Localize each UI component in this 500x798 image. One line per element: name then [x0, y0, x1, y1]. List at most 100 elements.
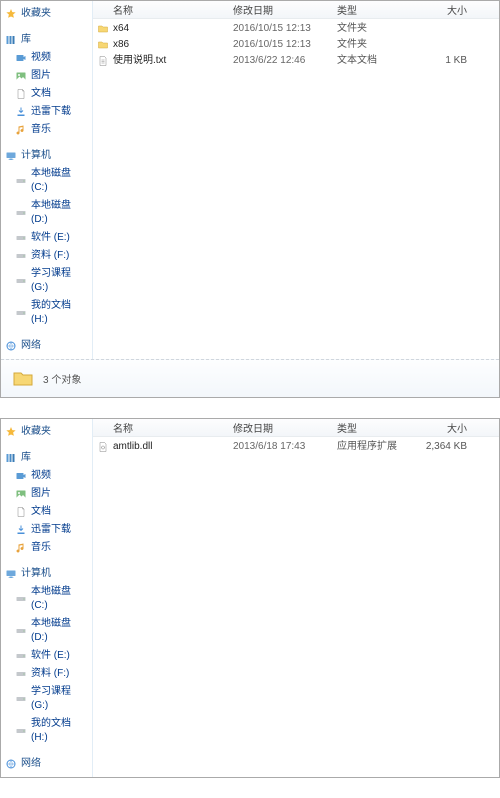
libraries-icon — [5, 452, 17, 464]
file-row[interactable]: x86 2016/10/15 12:13 文件夹 — [93, 37, 499, 53]
network-header[interactable]: 网络 — [5, 755, 90, 773]
file-row[interactable]: amtlib.dll 2013/6/18 17:43 应用程序扩展 2,364 … — [93, 439, 499, 455]
picture-icon — [15, 488, 27, 500]
explorer-window-1: 收藏夹 库 视频 图片 文档 — [0, 0, 500, 398]
drive-icon — [15, 307, 27, 319]
file-list: x64 2016/10/15 12:13 文件夹 x86 2016/10/15 … — [93, 19, 499, 171]
folder-large-icon — [11, 367, 35, 391]
dll-file-icon — [97, 441, 109, 453]
column-name[interactable]: 名称 — [93, 2, 233, 17]
favorites-header[interactable]: 收藏夹 — [5, 423, 90, 441]
network-label: 网络 — [21, 757, 41, 771]
file-row[interactable]: x64 2016/10/15 12:13 文件夹 — [93, 21, 499, 37]
documents-icon — [15, 88, 27, 100]
drive-e[interactable]: 软件 (E:) — [5, 229, 90, 247]
label: 软件 (E:) — [31, 649, 70, 663]
column-name[interactable]: 名称 — [93, 420, 233, 435]
file-type: 文件夹 — [337, 37, 417, 53]
status-text: 3 个对象 — [43, 371, 81, 386]
column-header-row: 名称 修改日期 类型 大小 — [93, 419, 499, 437]
documents-icon — [15, 506, 27, 518]
network-label: 网络 — [21, 339, 41, 353]
computer-header[interactable]: 计算机 — [5, 565, 90, 583]
sidebar: 收藏夹 库 视频 图片 文档 — [1, 1, 93, 359]
sidebar-item-documents[interactable]: 文档 — [5, 85, 90, 103]
sidebar-item-pictures[interactable]: 图片 — [5, 485, 90, 503]
main-pane: 名称 修改日期 类型 大小 x64 2016/10/15 12:13 文件夹 — [93, 1, 499, 171]
drive-g[interactable]: 学习课程 (G:) — [5, 683, 90, 715]
drive-c[interactable]: 本地磁盘 (C:) — [5, 583, 90, 615]
drive-c[interactable]: 本地磁盘 (C:) — [5, 165, 90, 197]
drive-h[interactable]: 我的文档 (H:) — [5, 297, 90, 329]
drive-d[interactable]: 本地磁盘 (D:) — [5, 197, 90, 229]
drive-icon — [15, 650, 27, 662]
column-size[interactable]: 大小 — [417, 2, 477, 17]
sidebar-item-downloads[interactable]: 迅雷下载 — [5, 103, 90, 121]
sidebar-item-downloads[interactable]: 迅雷下载 — [5, 521, 90, 539]
network-icon — [5, 340, 17, 352]
libraries-label: 库 — [21, 451, 31, 465]
column-date[interactable]: 修改日期 — [233, 420, 337, 435]
drive-h[interactable]: 我的文档 (H:) — [5, 715, 90, 747]
picture-icon — [15, 70, 27, 82]
sidebar-item-videos[interactable]: 视频 — [5, 467, 90, 485]
drive-f[interactable]: 资料 (F:) — [5, 247, 90, 265]
file-date: 2013/6/22 12:46 — [233, 53, 337, 69]
label: 图片 — [31, 69, 51, 83]
label: 迅雷下载 — [31, 105, 71, 119]
computer-label: 计算机 — [21, 149, 51, 163]
label: 学习课程 (G:) — [31, 685, 90, 713]
file-type: 文本文档 — [337, 53, 417, 69]
computer-header[interactable]: 计算机 — [5, 147, 90, 165]
label: 本地磁盘 (C:) — [31, 585, 90, 613]
main-pane: 名称 修改日期 类型 大小 amtlib.dll 2013/6/18 17:43… — [93, 419, 499, 589]
music-icon — [15, 124, 27, 136]
status-bar: 3 个对象 — [1, 359, 499, 397]
drive-icon — [15, 207, 27, 219]
computer-icon — [5, 150, 17, 162]
favorites-label: 收藏夹 — [21, 425, 51, 439]
sidebar-item-music[interactable]: 音乐 — [5, 539, 90, 557]
libraries-header[interactable]: 库 — [5, 449, 90, 467]
video-icon — [15, 52, 27, 64]
explorer-window-2: 收藏夹 库 视频 图片 文档 迅雷下载 — [0, 418, 500, 778]
libraries-header[interactable]: 库 — [5, 31, 90, 49]
file-name: x64 — [113, 21, 129, 37]
label: 本地磁盘 (C:) — [31, 167, 90, 195]
label: 迅雷下载 — [31, 523, 71, 537]
label: 我的文档 (H:) — [31, 717, 90, 745]
drive-icon — [15, 593, 27, 605]
file-type: 文件夹 — [337, 21, 417, 37]
drive-f[interactable]: 资料 (F:) — [5, 665, 90, 683]
column-date[interactable]: 修改日期 — [233, 2, 337, 17]
video-icon — [15, 470, 27, 482]
favorites-header[interactable]: 收藏夹 — [5, 5, 90, 23]
drive-icon — [15, 175, 27, 187]
column-type[interactable]: 类型 — [337, 2, 417, 17]
column-type[interactable]: 类型 — [337, 420, 417, 435]
sidebar-item-documents[interactable]: 文档 — [5, 503, 90, 521]
file-size: 2,364 KB — [417, 439, 477, 455]
sidebar-item-pictures[interactable]: 图片 — [5, 67, 90, 85]
sidebar-item-music[interactable]: 音乐 — [5, 121, 90, 139]
drive-e[interactable]: 软件 (E:) — [5, 647, 90, 665]
label: 我的文档 (H:) — [31, 299, 90, 327]
sidebar: 收藏夹 库 视频 图片 文档 迅雷下载 — [1, 419, 93, 777]
drive-icon — [15, 275, 27, 287]
drive-icon — [15, 725, 27, 737]
drive-icon — [15, 668, 27, 680]
column-size[interactable]: 大小 — [417, 420, 477, 435]
music-icon — [15, 542, 27, 554]
drive-icon — [15, 693, 27, 705]
file-list: amtlib.dll 2013/6/18 17:43 应用程序扩展 2,364 … — [93, 437, 499, 589]
libraries-label: 库 — [21, 33, 31, 47]
computer-label: 计算机 — [21, 567, 51, 581]
network-header[interactable]: 网络 — [5, 337, 90, 355]
file-date: 2016/10/15 12:13 — [233, 21, 337, 37]
sidebar-item-videos[interactable]: 视频 — [5, 49, 90, 67]
file-row[interactable]: 使用说明.txt 2013/6/22 12:46 文本文档 1 KB — [93, 53, 499, 69]
label: 本地磁盘 (D:) — [31, 617, 90, 645]
drive-d[interactable]: 本地磁盘 (D:) — [5, 615, 90, 647]
drive-g[interactable]: 学习课程 (G:) — [5, 265, 90, 297]
file-name: 使用说明.txt — [113, 53, 166, 69]
